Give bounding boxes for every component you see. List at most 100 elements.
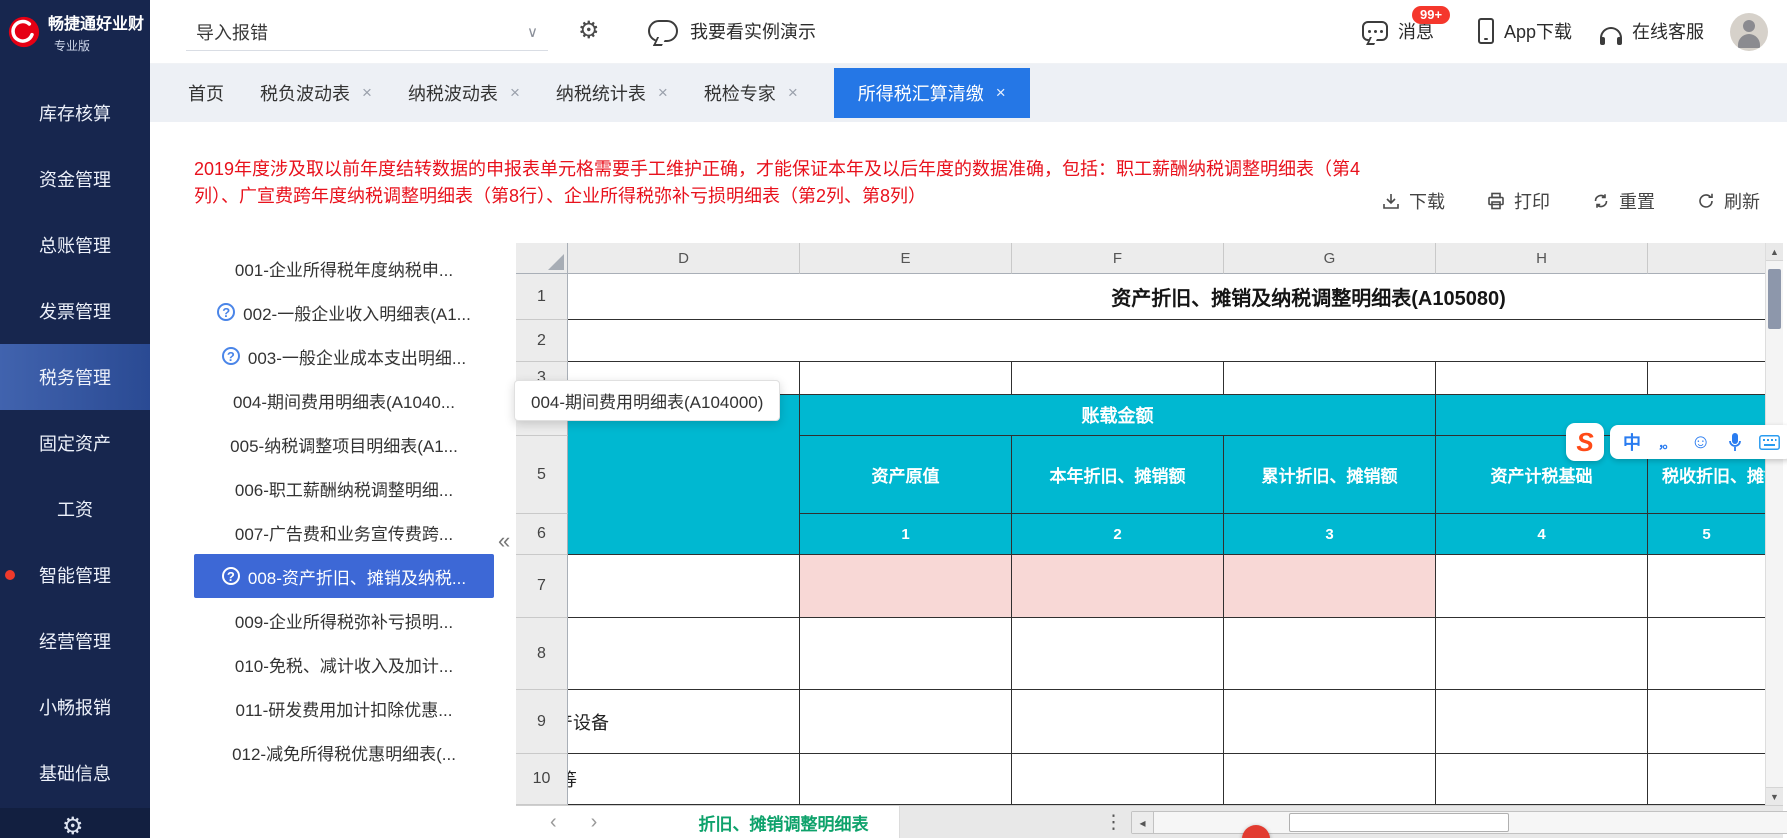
horizontal-scroll-thumb[interactable] xyxy=(1289,813,1509,832)
row-number[interactable]: 9 xyxy=(516,690,568,754)
keyboard-icon[interactable] xyxy=(1758,434,1780,450)
row-number[interactable]: 5 xyxy=(516,436,568,514)
column-number-cell[interactable]: 4 xyxy=(1436,514,1648,555)
column-header-d[interactable]: D xyxy=(568,243,800,274)
chinese-mode-icon[interactable]: 中 xyxy=(1623,429,1641,455)
microphone-icon[interactable] xyxy=(1728,432,1742,452)
cell[interactable] xyxy=(1648,690,1765,754)
cell[interactable] xyxy=(568,618,800,690)
form-item-007[interactable]: 007-广告费和业务宣传费跨... xyxy=(194,510,494,554)
subheader-cell[interactable]: 本年折旧、摊销额 xyxy=(1012,436,1224,514)
next-sheet-icon[interactable]: › xyxy=(591,811,598,834)
emoji-icon[interactable]: ☺ xyxy=(1691,431,1711,454)
form-title-cell[interactable]: 资产折旧、摊销及纳税调整明细表(A105080) xyxy=(568,274,1765,320)
form-item-009[interactable]: 009-企业所得税弥补亏损明... xyxy=(194,598,494,642)
sheet-tab-depreciation[interactable]: 折旧、摊销调整明细表 xyxy=(668,806,900,838)
close-icon[interactable]: × xyxy=(788,83,798,103)
cell[interactable] xyxy=(1436,754,1648,805)
cell[interactable] xyxy=(1436,690,1648,754)
group-header-cell[interactable]: 账载金额 xyxy=(800,395,1436,436)
form-item-001[interactable]: 001-企业所得税年度纳税申... xyxy=(194,246,494,290)
column-number-cell[interactable]: 5 xyxy=(1648,514,1765,555)
vertical-scrollbar[interactable]: ▲ ▼ xyxy=(1765,243,1783,805)
close-icon[interactable]: × xyxy=(362,83,372,103)
column-header-e[interactable]: E xyxy=(800,243,1012,274)
cell[interactable] xyxy=(1648,555,1765,618)
reset-button[interactable]: 重置 xyxy=(1592,188,1655,214)
close-icon[interactable]: × xyxy=(510,83,520,103)
subheader-cell[interactable]: 资产原值 xyxy=(800,436,1012,514)
settings-gear-icon[interactable]: ⚙ xyxy=(62,812,84,838)
row-number[interactable]: 10 xyxy=(516,754,568,805)
cell[interactable] xyxy=(1012,690,1224,754)
tab-tax-burden-fluctuation[interactable]: 税负波动表 × xyxy=(260,80,372,106)
cell[interactable] xyxy=(1224,618,1436,690)
column-header-g[interactable]: G xyxy=(1224,243,1436,274)
tab-tax-inspection-expert[interactable]: 税检专家 × xyxy=(704,80,798,106)
refresh-button[interactable]: 刷新 xyxy=(1697,188,1760,214)
cell[interactable] xyxy=(568,555,800,618)
column-header-h[interactable]: H xyxy=(1436,243,1648,274)
subheader-cell[interactable]: 累计折旧、摊销额 xyxy=(1224,436,1436,514)
select-all-corner[interactable] xyxy=(516,243,568,274)
form-item-012[interactable]: 012-减免所得税优惠明细表(... xyxy=(194,730,494,774)
cell[interactable] xyxy=(1012,754,1224,805)
print-button[interactable]: 打印 xyxy=(1487,188,1550,214)
scroll-up-button[interactable]: ▲ xyxy=(1766,243,1783,261)
help-icon[interactable]: ? xyxy=(221,567,240,585)
sidebar-item-general-ledger[interactable]: 总账管理 xyxy=(0,212,150,278)
column-number-cell[interactable]: 2 xyxy=(1012,514,1224,555)
cell[interactable]: 产设备 xyxy=(568,690,800,754)
online-support-button[interactable]: 在线客服 xyxy=(1600,18,1704,45)
editable-cell[interactable] xyxy=(1224,555,1436,618)
tab-income-tax-settlement[interactable]: 所得税汇算清缴 × xyxy=(833,68,1030,118)
cell[interactable] xyxy=(800,690,1012,754)
cell[interactable] xyxy=(1648,362,1765,395)
sidebar-item-payroll[interactable]: 工资 xyxy=(0,476,150,542)
close-icon[interactable]: × xyxy=(996,83,1006,103)
row-number[interactable]: 7 xyxy=(516,555,568,618)
help-icon[interactable]: ? xyxy=(217,303,236,321)
import-error-dropdown[interactable]: 导入报错 ∨ xyxy=(186,13,548,51)
cell[interactable] xyxy=(800,362,1012,395)
row-number[interactable]: 8 xyxy=(516,618,568,690)
form-item-010[interactable]: 010-免税、减计收入及加计... xyxy=(194,642,494,686)
sidebar-item-fixed-assets[interactable]: 固定资产 xyxy=(0,410,150,476)
cell[interactable] xyxy=(1648,618,1765,690)
form-item-002[interactable]: ? 002-一般企业收入明细表(A1... xyxy=(194,290,494,334)
sogou-logo-icon[interactable]: S xyxy=(1566,423,1604,461)
download-button[interactable]: 下载 xyxy=(1382,188,1445,214)
form-item-005[interactable]: 005-纳税调整项目明细表(A1... xyxy=(194,422,494,466)
demo-link[interactable]: 我要看实例演示 xyxy=(648,18,816,44)
form-item-006[interactable]: 006-职工薪酬纳税调整明细... xyxy=(194,466,494,510)
settings-icon[interactable]: ⚙ xyxy=(578,16,600,45)
punctuation-icon[interactable]: ，。 xyxy=(1658,433,1675,452)
sidebar-item-funds-management[interactable]: 资金管理 xyxy=(0,146,150,212)
close-icon[interactable]: × xyxy=(658,83,668,103)
form-item-011[interactable]: 011-研发费用加计扣除优惠... xyxy=(194,686,494,730)
cell[interactable] xyxy=(1436,555,1648,618)
user-avatar[interactable] xyxy=(1730,13,1768,51)
cell[interactable] xyxy=(800,618,1012,690)
sidebar-item-basic-info[interactable]: 基础信息 xyxy=(0,740,150,806)
column-number-cell[interactable]: 1 xyxy=(800,514,1012,555)
cell[interactable]: 等 xyxy=(568,754,800,805)
cell[interactable] xyxy=(1224,362,1436,395)
app-download-button[interactable]: App下载 xyxy=(1478,18,1572,44)
cell[interactable] xyxy=(1012,618,1224,690)
cell[interactable] xyxy=(1224,690,1436,754)
row-number[interactable]: 2 xyxy=(516,320,568,362)
tab-tax-statistics[interactable]: 纳税统计表 × xyxy=(556,80,668,106)
cell[interactable] xyxy=(1648,754,1765,805)
column-header-f[interactable]: F xyxy=(1012,243,1224,274)
cell[interactable] xyxy=(800,754,1012,805)
cell[interactable] xyxy=(568,320,1765,362)
sidebar-item-business-management[interactable]: 经营管理 xyxy=(0,608,150,674)
sidebar-item-inventory-accounting[interactable]: 库存核算 xyxy=(0,80,150,146)
tab-tax-payment-fluctuation[interactable]: 纳税波动表 × xyxy=(408,80,520,106)
column-header-i[interactable] xyxy=(1648,243,1765,274)
row-number[interactable]: 6 xyxy=(516,514,568,555)
help-icon[interactable]: ? xyxy=(221,347,240,365)
horizontal-scrollbar[interactable]: ◂ ▸ xyxy=(1131,811,1787,834)
editable-cell[interactable] xyxy=(1012,555,1224,618)
